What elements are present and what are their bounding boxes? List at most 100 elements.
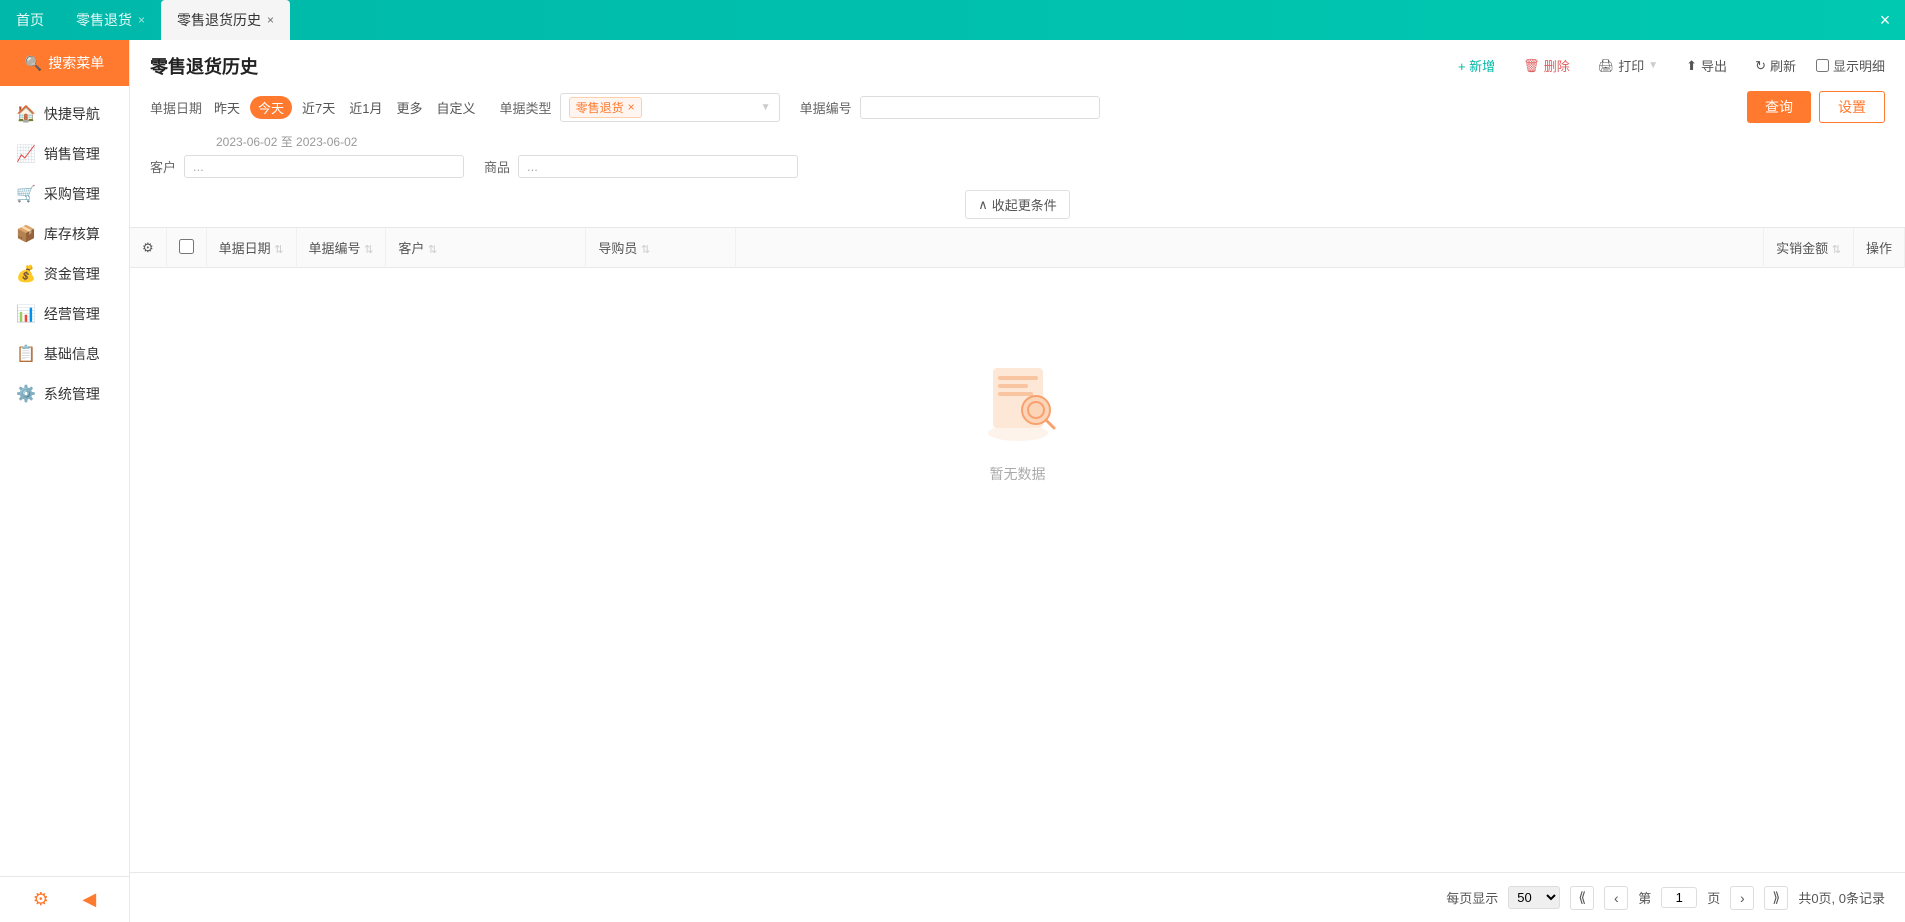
sidebar-item-operations[interactable]: 📊 经营管理 [0, 294, 129, 334]
collapse-row: ∧ 收起更条件 [150, 186, 1885, 227]
filter-docnumber-input[interactable] [860, 96, 1100, 119]
add-button[interactable]: + 新增 [1450, 52, 1503, 79]
th-guide[interactable]: 导购员 ⇅ [586, 228, 736, 268]
filter-customer-select[interactable]: ... [184, 155, 464, 178]
page-label: 第 [1638, 888, 1651, 907]
table-area: ⚙ 单据日期 ⇅ 单据编号 ⇅ [130, 228, 1905, 872]
content-area: 零售退货历史 + 新增 🗑 删除 🖨 打印 ▼ ⬆ [130, 40, 1905, 922]
purchase-icon: 🛒 [16, 184, 36, 204]
sidebar-item-label-quick-nav: 快捷导航 [44, 104, 100, 124]
date-opt-custom[interactable]: 自定义 [433, 96, 480, 119]
sidebar-item-inventory[interactable]: 📦 库存核算 [0, 214, 129, 254]
sidebar-item-system-mgmt[interactable]: ⚙️ 系统管理 [0, 374, 129, 414]
th-customer[interactable]: 客户 ⇅ [386, 228, 586, 268]
filter-date-item: 单据日期 昨天 今天 近7天 近1月 更多 自定义 [150, 96, 480, 119]
query-button[interactable]: 查询 [1747, 91, 1811, 123]
refresh-button[interactable]: ↻ 刷新 [1747, 52, 1804, 79]
delete-button[interactable]: 🗑 删除 [1515, 52, 1578, 79]
sidebar-bottom: ⚙ ◀ [0, 876, 129, 922]
export-icon: ⬆ [1686, 58, 1697, 74]
th-checkbox[interactable] [166, 228, 206, 268]
toolbar: + 新增 🗑 删除 🖨 打印 ▼ ⬆ 导出 [1450, 52, 1885, 79]
filter-goods-select[interactable]: ... [518, 155, 798, 178]
sidebar-audio-button[interactable]: ◀ [82, 889, 96, 910]
th-doc-date[interactable]: 单据日期 ⇅ [206, 228, 296, 268]
delete-icon: 🗑 [1523, 58, 1540, 74]
inventory-icon: 📦 [16, 224, 36, 244]
total-label: 共0页, 0条记录 [1798, 888, 1885, 907]
filter-row-1: 单据日期 昨天 今天 近7天 近1月 更多 自定义 单据类型 零售退货 [150, 91, 1885, 123]
tab-retail-return-close[interactable]: × [138, 13, 145, 27]
tab-home[interactable]: 首页 [0, 0, 60, 40]
show-detail-checkbox[interactable] [1816, 59, 1829, 72]
empty-state-icon [968, 348, 1068, 448]
sidebar-search[interactable]: 🔍 搜索菜单 [0, 40, 129, 86]
th-customer-label: 客户 [398, 241, 424, 256]
date-opt-today[interactable]: 今天 [250, 96, 292, 119]
per-page-select[interactable]: 50 10 20 100 [1508, 886, 1560, 909]
search-icon: 🔍 [25, 55, 42, 72]
doc-date-sort-icon: ⇅ [274, 244, 283, 256]
finance-icon: 💰 [16, 264, 36, 284]
filter-doctype-item: 单据类型 零售退货 × ▼ [500, 93, 780, 122]
sidebar-item-quick-nav[interactable]: 🏠 快捷导航 [0, 94, 129, 134]
tab-retail-return-history-close[interactable]: × [267, 13, 274, 27]
collapse-button[interactable]: ∧ 收起更条件 [965, 190, 1070, 219]
basic-info-icon: 📋 [16, 344, 36, 364]
empty-text: 暂无数据 [990, 464, 1046, 484]
sidebar-item-purchase-mgmt[interactable]: 🛒 采购管理 [0, 174, 129, 214]
guide-sort-icon: ⇅ [641, 244, 650, 256]
filter-customer-label: 客户 [150, 157, 176, 176]
home-icon: 🏠 [16, 104, 36, 124]
sidebar-item-label-purchase: 采购管理 [44, 184, 100, 204]
page-title: 零售退货历史 [150, 53, 258, 79]
filter-date-label: 单据日期 [150, 98, 202, 117]
sidebar-item-finance[interactable]: 💰 资金管理 [0, 254, 129, 294]
gear-icon[interactable]: ⚙ [142, 240, 154, 255]
page-next-button[interactable]: › [1730, 886, 1754, 910]
tab-retail-return[interactable]: 零售退货 × [60, 0, 161, 40]
doctype-tag-close[interactable]: × [628, 100, 635, 114]
page-last-button[interactable]: ⟫ [1764, 886, 1788, 910]
tab-list: 首页 零售退货 × 零售退货历史 × [0, 0, 1865, 40]
date-opt-last7[interactable]: 近7天 [298, 96, 339, 119]
doctype-dropdown-icon: ▼ [761, 102, 771, 113]
sidebar-item-sales-mgmt[interactable]: 📈 销售管理 [0, 134, 129, 174]
date-opt-yesterday[interactable]: 昨天 [210, 96, 244, 119]
settings-button[interactable]: 设置 [1819, 91, 1885, 123]
sidebar-item-label-basic: 基础信息 [44, 344, 100, 364]
page-first-button[interactable]: ⟪ [1570, 886, 1594, 910]
date-range-display: 2023-06-02 至 2023-06-02 [150, 133, 1885, 155]
pagination-bar: 每页显示 50 10 20 100 ⟪ ‹ 第 页 › ⟫ 共0页, 0条记录 [130, 872, 1905, 922]
date-opt-last1m[interactable]: 近1月 [345, 96, 386, 119]
date-range-text: 2023-06-02 至 2023-06-02 [216, 135, 357, 149]
th-gear[interactable]: ⚙ [130, 228, 166, 268]
show-detail-checkbox-area[interactable]: 显示明细 [1816, 56, 1885, 75]
print-button[interactable]: 🖨 打印 ▼ [1590, 52, 1666, 79]
filter-docnumber-label: 单据编号 [800, 98, 852, 117]
export-button[interactable]: ⬆ 导出 [1678, 52, 1735, 79]
goods-placeholder: ... [527, 159, 538, 174]
filter-doctype-select[interactable]: 零售退货 × ▼ [560, 93, 780, 122]
page-prev-button[interactable]: ‹ [1604, 886, 1628, 910]
window-close-button[interactable]: × [1865, 0, 1905, 40]
actual-amount-sort-icon: ⇅ [1832, 244, 1841, 256]
sidebar-settings-button[interactable]: ⚙ [33, 889, 49, 910]
page-number-input[interactable] [1661, 887, 1697, 908]
th-doc-number[interactable]: 单据编号 ⇅ [296, 228, 386, 268]
customer-sort-icon: ⇅ [428, 244, 437, 256]
th-actual-amount-label: 实销金额 [1776, 241, 1828, 256]
date-opt-more[interactable]: 更多 [393, 96, 427, 119]
date-options: 昨天 今天 近7天 近1月 更多 自定义 [210, 96, 480, 119]
top-bar: 首页 零售退货 × 零售退货历史 × × [0, 0, 1905, 40]
sidebar-search-label: 搜索菜单 [48, 53, 104, 73]
th-actual-amount[interactable]: 实销金额 ⇅ [1764, 228, 1854, 268]
sidebar-item-label-operations: 经营管理 [44, 304, 100, 324]
main-layout: 🔍 搜索菜单 🏠 快捷导航 📈 销售管理 🛒 采购管理 📦 库存核算 💰 [0, 40, 1905, 922]
th-spacer [736, 228, 1764, 268]
select-all-checkbox[interactable] [179, 239, 194, 254]
page-title-row: 零售退货历史 + 新增 🗑 删除 🖨 打印 ▼ ⬆ [150, 52, 1885, 79]
sidebar-item-basic-info[interactable]: 📋 基础信息 [0, 334, 129, 374]
tab-retail-return-history[interactable]: 零售退货历史 × [161, 0, 290, 40]
system-icon: ⚙️ [16, 384, 36, 404]
